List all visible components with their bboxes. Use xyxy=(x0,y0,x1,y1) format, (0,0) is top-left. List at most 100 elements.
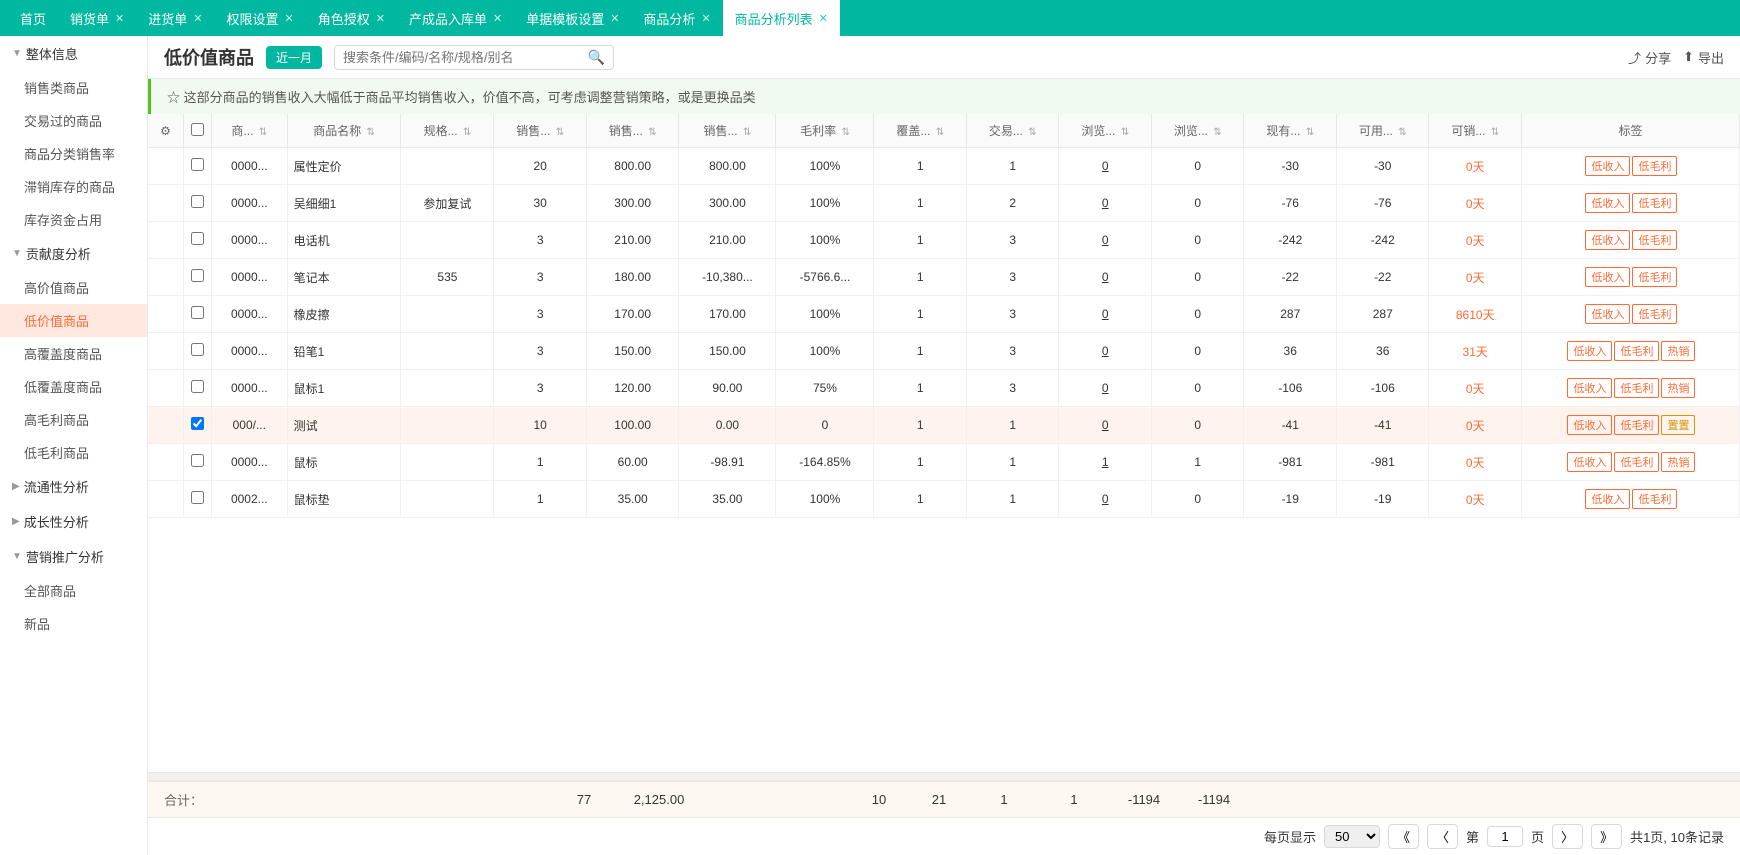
sidebar-item-slow-stock[interactable]: 滞销库存的商品 xyxy=(0,170,147,203)
row-checkbox-cell[interactable] xyxy=(183,370,211,407)
col-gross-margin[interactable]: 毛利率 ⇅ xyxy=(776,114,874,148)
browse1-cell[interactable]: 0 xyxy=(1059,148,1152,185)
data-table-wrapper[interactable]: ⚙ 商... ⇅ 商品名称 ⇅ 规格... ⇅ 销售... ⇅ 销售... ⇅ … xyxy=(148,114,1740,772)
row-checkbox[interactable] xyxy=(191,269,204,282)
browse1-value[interactable]: 0 xyxy=(1102,233,1109,247)
col-sales-amount[interactable]: 销售... ⇅ xyxy=(586,114,679,148)
share-button[interactable]: ⤴ 分享 xyxy=(1628,48,1671,67)
nav-close-icon[interactable]: ✕ xyxy=(610,12,619,25)
filter-month-btn[interactable]: 近一月 xyxy=(266,46,322,69)
sidebar-item-sales-products[interactable]: 销售类商品 xyxy=(0,71,147,104)
row-checkbox[interactable] xyxy=(191,380,204,393)
col-browse2[interactable]: 浏览... ⇅ xyxy=(1151,114,1244,148)
browse1-cell[interactable]: 0 xyxy=(1059,222,1152,259)
nav-close-icon[interactable]: ✕ xyxy=(285,12,294,25)
col-browse1[interactable]: 浏览... ⇅ xyxy=(1059,114,1152,148)
browse1-cell[interactable]: 0 xyxy=(1059,185,1152,222)
col-name[interactable]: 商品名称 ⇅ xyxy=(287,114,401,148)
browse1-cell[interactable]: 0 xyxy=(1059,259,1152,296)
row-checkbox-cell[interactable] xyxy=(183,444,211,481)
nav-close-icon[interactable]: ✕ xyxy=(493,12,502,25)
browse1-cell[interactable]: 0 xyxy=(1059,481,1152,518)
nav-purchase-order[interactable]: 进货单 ✕ xyxy=(136,0,214,36)
nav-close-icon[interactable]: ✕ xyxy=(819,12,828,25)
row-checkbox[interactable] xyxy=(191,158,204,171)
row-checkbox-cell[interactable] xyxy=(183,185,211,222)
browse1-value[interactable]: 0 xyxy=(1102,270,1109,284)
row-checkbox-cell[interactable] xyxy=(183,148,211,185)
sidebar-item-category-sales-rate[interactable]: 商品分类销售率 xyxy=(0,137,147,170)
first-page-btn[interactable]: 《 xyxy=(1388,824,1419,849)
search-icon[interactable]: 🔍 xyxy=(588,49,605,66)
row-checkbox[interactable] xyxy=(191,343,204,356)
col-code[interactable]: 商... ⇅ xyxy=(211,114,287,148)
sidebar-group-contribution[interactable]: ▼ 贡献度分析 xyxy=(0,236,147,271)
nav-permissions[interactable]: 权限设置 ✕ xyxy=(214,0,305,36)
row-checkbox-cell[interactable] xyxy=(183,222,211,259)
browse1-value[interactable]: 0 xyxy=(1102,418,1109,432)
horizontal-scrollbar[interactable] xyxy=(148,772,1740,780)
nav-close-icon[interactable]: ✕ xyxy=(115,12,124,25)
col-current-stock[interactable]: 现有... ⇅ xyxy=(1244,114,1337,148)
per-page-select[interactable]: 50 100 200 xyxy=(1324,825,1380,848)
row-checkbox[interactable] xyxy=(191,306,204,319)
sidebar-item-low-coverage[interactable]: 低覆盖度商品 xyxy=(0,370,147,403)
sidebar-item-all-products[interactable]: 全部商品 xyxy=(0,574,147,607)
prev-page-btn[interactable]: 〈 xyxy=(1427,824,1458,849)
browse1-cell[interactable]: 0 xyxy=(1059,370,1152,407)
sidebar-item-traded-products[interactable]: 交易过的商品 xyxy=(0,104,147,137)
browse1-cell[interactable]: 0 xyxy=(1059,296,1152,333)
export-button[interactable]: ⬆ 导出 xyxy=(1683,48,1724,67)
row-checkbox-cell[interactable] xyxy=(183,333,211,370)
sidebar-item-high-coverage[interactable]: 高覆盖度商品 xyxy=(0,337,147,370)
sidebar-group-growth[interactable]: ▶ 成长性分析 xyxy=(0,504,147,539)
settings-col-header[interactable]: ⚙ xyxy=(148,114,183,148)
nav-close-icon[interactable]: ✕ xyxy=(701,12,710,25)
col-available[interactable]: 可用... ⇅ xyxy=(1336,114,1429,148)
sidebar-item-stock-capital[interactable]: 库存资金占用 xyxy=(0,203,147,236)
current-page-input[interactable] xyxy=(1487,826,1523,847)
browse1-value[interactable]: 0 xyxy=(1102,159,1109,173)
nav-role-auth[interactable]: 角色授权 ✕ xyxy=(306,0,397,36)
row-checkbox-cell[interactable] xyxy=(183,407,211,444)
browse1-value[interactable]: 0 xyxy=(1102,381,1109,395)
browse1-cell[interactable]: 1 xyxy=(1059,444,1152,481)
row-checkbox-cell[interactable] xyxy=(183,296,211,333)
next-page-btn[interactable]: 〉 xyxy=(1552,824,1583,849)
row-checkbox-cell[interactable] xyxy=(183,481,211,518)
sidebar-item-high-margin[interactable]: 高毛利商品 xyxy=(0,403,147,436)
row-checkbox[interactable] xyxy=(191,417,204,430)
sidebar-item-new-products[interactable]: 新品 xyxy=(0,607,147,640)
select-all-checkbox[interactable] xyxy=(191,123,204,136)
nav-product-analysis[interactable]: 商品分析 ✕ xyxy=(631,0,722,36)
browse1-value[interactable]: 1 xyxy=(1102,455,1109,469)
browse1-value[interactable]: 0 xyxy=(1102,344,1109,358)
search-input[interactable] xyxy=(343,50,584,65)
checkbox-col-header[interactable] xyxy=(183,114,211,148)
browse1-cell[interactable]: 0 xyxy=(1059,333,1152,370)
browse1-value[interactable]: 0 xyxy=(1102,492,1109,506)
sidebar-group-overview[interactable]: ▼ 整体信息 xyxy=(0,36,147,71)
col-spec[interactable]: 规格... ⇅ xyxy=(401,114,494,148)
nav-doc-template[interactable]: 单据模板设置 ✕ xyxy=(514,0,631,36)
browse1-cell[interactable]: 0 xyxy=(1059,407,1152,444)
col-sellable[interactable]: 可销... ⇅ xyxy=(1429,114,1522,148)
sidebar-item-high-value[interactable]: 高价值商品 xyxy=(0,271,147,304)
nav-product-analysis-list[interactable]: 商品分析列表 ✕ xyxy=(723,0,840,36)
last-page-btn[interactable]: 》 xyxy=(1591,824,1622,849)
row-checkbox[interactable] xyxy=(191,232,204,245)
sidebar-group-marketing[interactable]: ▼ 营销推广分析 xyxy=(0,539,147,574)
nav-close-icon[interactable]: ✕ xyxy=(376,12,385,25)
col-coverage[interactable]: 覆盖... ⇅ xyxy=(874,114,967,148)
sidebar-item-low-margin[interactable]: 低毛利商品 xyxy=(0,436,147,469)
row-checkbox[interactable] xyxy=(191,454,204,467)
nav-close-icon[interactable]: ✕ xyxy=(193,12,202,25)
sidebar-item-low-value[interactable]: 低价值商品 xyxy=(0,304,147,337)
sidebar-group-liquidity[interactable]: ▶ 流通性分析 xyxy=(0,469,147,504)
col-sales-cost[interactable]: 销售... ⇅ xyxy=(679,114,776,148)
row-checkbox[interactable] xyxy=(191,195,204,208)
row-checkbox-cell[interactable] xyxy=(183,259,211,296)
row-checkbox[interactable] xyxy=(191,491,204,504)
col-sales-qty[interactable]: 销售... ⇅ xyxy=(494,114,587,148)
nav-product-inbound[interactable]: 产成品入库单 ✕ xyxy=(397,0,514,36)
